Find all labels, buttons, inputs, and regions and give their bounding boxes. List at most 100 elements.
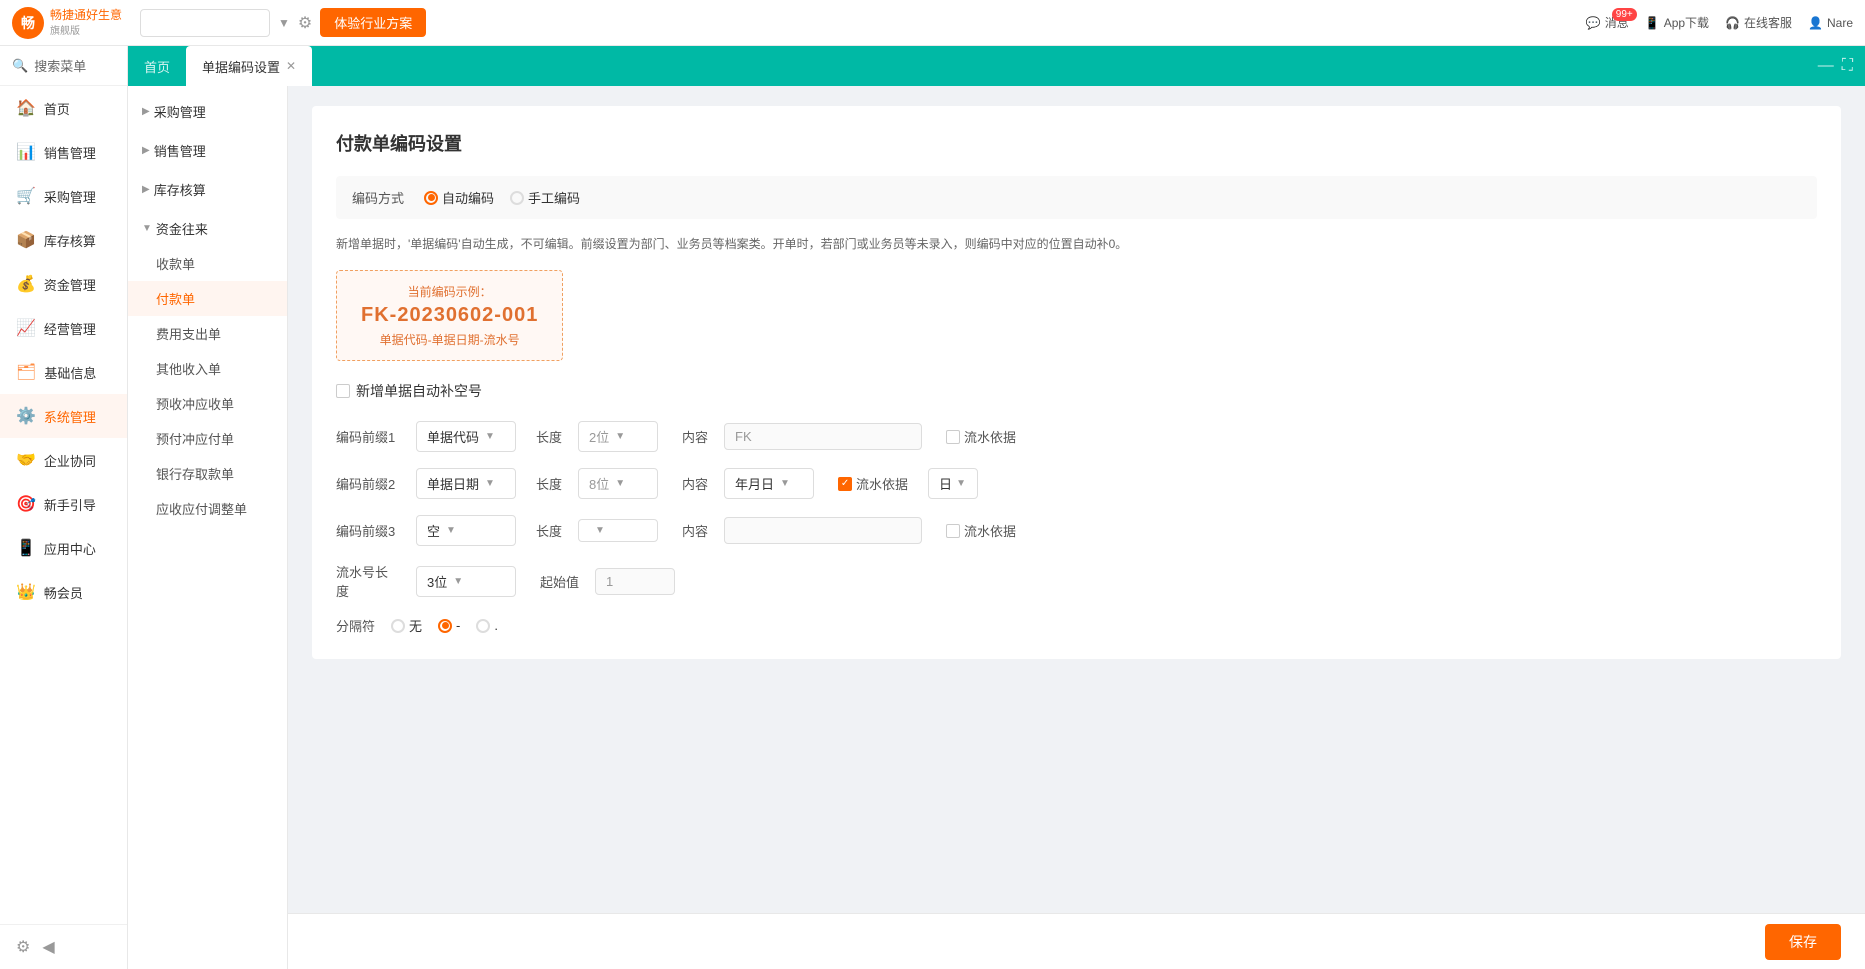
prefix2-content-select[interactable]: 年月日 ▼ [724, 468, 814, 499]
main-layout: 付款单编码设置 编码方式 自动编码 [288, 86, 1865, 969]
collapse-icon[interactable]: ◀ [42, 937, 54, 957]
form-row-prefix1: 编码前缀1 单据代码 ▼ 长度 2位 ▼ 内容 [336, 421, 1817, 452]
tabbar-minimize-icon[interactable]: — [1818, 57, 1834, 75]
submenu-sales-title[interactable]: ▶ 销售管理 [128, 133, 287, 168]
submenu-item-prepay-payable[interactable]: 预付冲应付单 [128, 421, 287, 456]
serial-length-select[interactable]: 3位 ▼ [416, 566, 516, 597]
prefix3-content-input[interactable] [724, 517, 922, 544]
form-row-prefix3: 编码前缀3 空 ▼ 长度 ▼ 内容 [336, 515, 1817, 546]
sidebar-item-member[interactable]: 👑 畅会员 [0, 570, 127, 614]
enterprise-icon: 🤝 [16, 450, 36, 470]
prefix1-content-input[interactable] [724, 423, 922, 450]
manual-encoding-label: 手工编码 [528, 188, 580, 207]
submenu: ▶ 采购管理 ▶ 销售管理 ▶ 库存核算 [128, 86, 288, 969]
sales-icon: 📊 [16, 142, 36, 162]
sidebar-item-label: 系统管理 [44, 407, 96, 426]
separator-none-radio[interactable]: 无 [391, 616, 422, 635]
prefix2-content-label: 内容 [682, 474, 708, 493]
sidebar-item-inventory[interactable]: 📦 库存核算 [0, 218, 127, 262]
page-inner: 付款单编码设置 编码方式 自动编码 [288, 86, 1865, 913]
sidebar-item-label: 资金管理 [44, 275, 96, 294]
search-icon: 🔍 [12, 58, 28, 74]
prefix3-type-select[interactable]: 空 ▼ [416, 515, 516, 546]
preview-label: 当前编码示例： [361, 283, 538, 300]
sidebar-item-appcenter[interactable]: 📱 应用中心 [0, 526, 127, 570]
submenu-item-other-income[interactable]: 其他收入单 [128, 351, 287, 386]
prefix1-serial-checkbox[interactable] [946, 430, 960, 444]
prefix3-label: 编码前缀3 [336, 521, 400, 540]
prefix1-length-select[interactable]: 2位 ▼ [578, 421, 658, 452]
prefix2-length-select[interactable]: 8位 ▼ [578, 468, 658, 499]
sidebar-item-system[interactable]: ⚙️ 系统管理 [0, 394, 127, 438]
auto-fill-checkbox[interactable] [336, 384, 350, 398]
service-icon: 🎧 [1725, 16, 1740, 30]
separator-dash-label: - [456, 618, 460, 633]
prefix1-type-select[interactable]: 单据代码 ▼ [416, 421, 516, 452]
prefix1-length-arrow-icon: ▼ [615, 431, 625, 442]
separator-label: 分隔符 [336, 616, 375, 635]
submenu-item-receipt[interactable]: 收款单 [128, 246, 287, 281]
sidebar-item-purchase[interactable]: 🛒 采购管理 [0, 174, 127, 218]
submenu-item-payment[interactable]: 付款单 [128, 281, 287, 316]
message-item[interactable]: 💬 消息 99+ [1586, 14, 1629, 31]
prefix3-serial-wrap: 流水依据 [946, 521, 1016, 540]
sidebar-item-enterprise[interactable]: 🤝 企业协同 [0, 438, 127, 482]
message-badge: 99+ [1612, 8, 1637, 21]
submenu-item-prepay-receivable[interactable]: 预收冲应收单 [128, 386, 287, 421]
prefix2-type-select[interactable]: 单据日期 ▼ [416, 468, 516, 499]
serial-length-value: 3位 [427, 572, 447, 591]
sidebar-item-sales[interactable]: 📊 销售管理 [0, 130, 127, 174]
sidebar-item-basic[interactable]: 🗂 基础信息 [0, 350, 127, 394]
tab-encoding[interactable]: 单据编码设置 ✕ [186, 46, 312, 86]
submenu-purchase-title[interactable]: ▶ 采购管理 [128, 94, 287, 129]
prefix2-day-select[interactable]: 日 ▼ [928, 468, 978, 499]
auto-encoding-radio[interactable]: 自动编码 [424, 188, 494, 207]
separator-dash-radio[interactable]: - [438, 618, 460, 633]
sidebar-item-newguide[interactable]: 🎯 新手引导 [0, 482, 127, 526]
app-label: App下载 [1664, 14, 1709, 31]
submenu-item-bank[interactable]: 银行存取款单 [128, 456, 287, 491]
logo: 畅 畅捷通好生意 旗舰版 [12, 7, 140, 39]
sidebar-item-finance[interactable]: 💰 资金管理 [0, 262, 127, 306]
prefix2-content-arrow-icon: ▼ [780, 478, 790, 489]
prefix3-serial-label: 流水依据 [964, 521, 1016, 540]
manual-encoding-radio[interactable]: 手工编码 [510, 188, 580, 207]
page-title: 付款单编码设置 [336, 130, 1817, 156]
message-icon: 💬 [1586, 16, 1601, 30]
separator-dot-radio[interactable]: . [476, 618, 498, 633]
tab-home[interactable]: 首页 [128, 46, 186, 86]
settings-icon[interactable]: ⚙ [298, 13, 312, 33]
settings-bottom-icon[interactable]: ⚙ [16, 937, 30, 957]
member-icon: 👑 [16, 582, 36, 602]
tabbar-maximize-icon[interactable]: ⛶ [1842, 57, 1853, 75]
save-button[interactable]: 保存 [1765, 924, 1841, 960]
auto-fill-row: 新增单据自动补空号 [336, 381, 1817, 401]
service-label: 在线客服 [1744, 14, 1792, 31]
service-item[interactable]: 🎧 在线客服 [1725, 14, 1792, 31]
sidebar-item-home[interactable]: 🏠 首页 [0, 86, 127, 130]
sidebar-search[interactable]: 🔍 搜索菜单 [0, 46, 127, 86]
topbar-search-input[interactable] [140, 9, 270, 37]
topbar: 畅 畅捷通好生意 旗舰版 ▼ ⚙ 体验行业方案 💬 消息 99+ 📱 App下载… [0, 0, 1865, 46]
submenu-sales-label: 销售管理 [154, 141, 206, 160]
start-value-input[interactable] [595, 568, 675, 595]
user-item[interactable]: 👤 Nare [1808, 16, 1853, 30]
auto-encoding-label: 自动编码 [442, 188, 494, 207]
submenu-inventory-title[interactable]: ▶ 库存核算 [128, 172, 287, 207]
submenu-fund-title[interactable]: ▼ 资金往来 [128, 211, 287, 246]
submenu-item-expense[interactable]: 费用支出单 [128, 316, 287, 351]
tab-close-icon[interactable]: ✕ [286, 59, 296, 73]
submenu-item-ap-ar-adjust[interactable]: 应收应付调整单 [128, 491, 287, 526]
prefix2-label: 编码前缀2 [336, 474, 400, 493]
logo-icon: 畅 [12, 7, 44, 39]
dropdown-arrow-icon[interactable]: ▼ [278, 16, 290, 30]
sidebar-item-operation[interactable]: 📈 经营管理 [0, 306, 127, 350]
sidebar-item-label: 销售管理 [44, 143, 96, 162]
prefix1-type-arrow-icon: ▼ [485, 431, 495, 442]
app-download-item[interactable]: 📱 App下载 [1645, 14, 1709, 31]
prefix3-length-select[interactable]: ▼ [578, 519, 658, 542]
prefix2-serial-checkbox[interactable] [838, 477, 852, 491]
trial-button[interactable]: 体验行业方案 [320, 8, 426, 37]
prefix2-length-arrow-icon: ▼ [615, 478, 625, 489]
prefix3-serial-checkbox[interactable] [946, 524, 960, 538]
